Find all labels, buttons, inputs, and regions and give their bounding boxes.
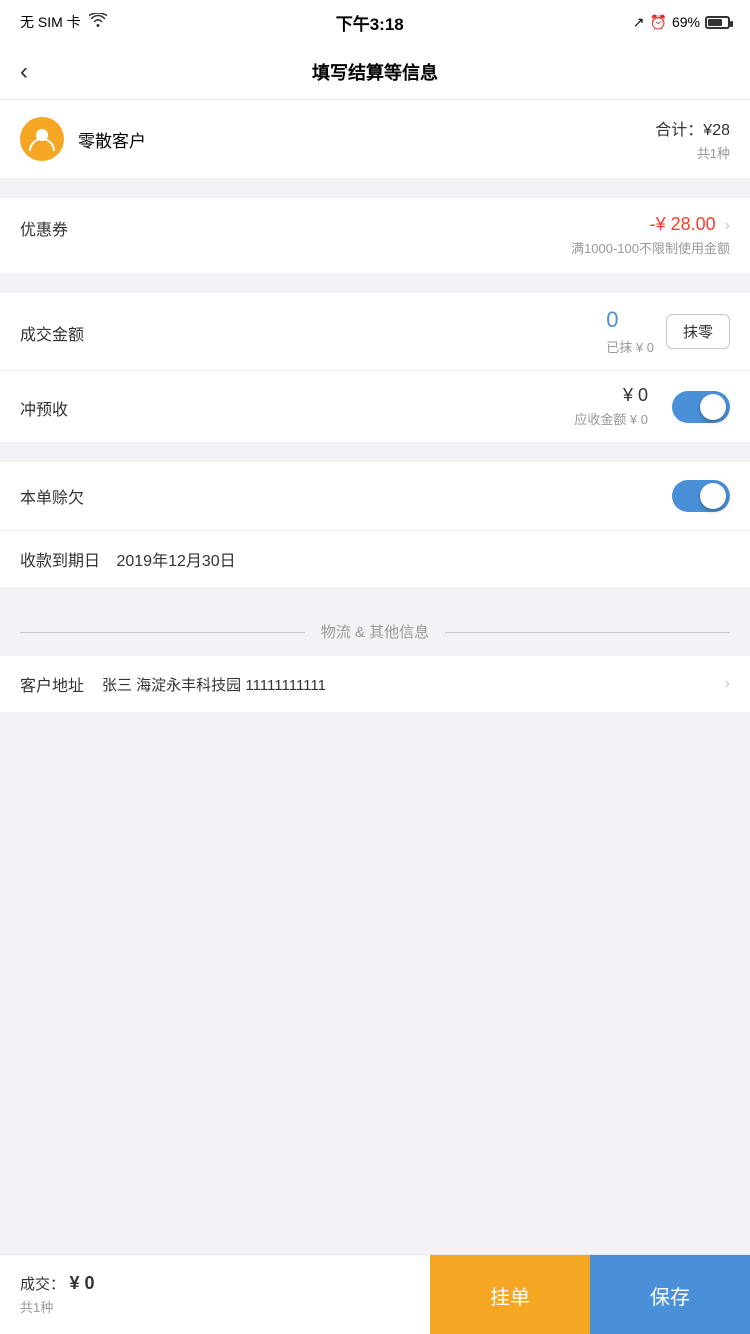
precollect-row: 冲预收 ¥ 0 应收金额 ¥ 0 [0, 371, 750, 442]
duedate-label: 收款到期日 [20, 553, 100, 570]
coupon-value: -¥ 28.00 › 满1000-100不限制使用金额 [571, 214, 730, 257]
divider-2 [0, 283, 750, 293]
bottom-deal-label: 成交： [20, 1276, 65, 1293]
coupon-label: 优惠券 [20, 214, 90, 240]
round-button[interactable]: 抹零 [666, 314, 730, 349]
address-label: 客户地址 [20, 672, 90, 696]
page-title: 填写结算等信息 [312, 59, 438, 85]
toggle-knob [700, 394, 726, 420]
precollect-toggle[interactable] [672, 391, 730, 423]
save-button[interactable]: 保存 [590, 1255, 750, 1334]
bottom-deal-row: 成交： ¥ 0 [20, 1273, 410, 1294]
address-row[interactable]: 客户地址 张三 海淀永丰科技园 11111111111 › [0, 656, 750, 712]
bottom-summary: 成交： ¥ 0 共1种 [0, 1273, 430, 1316]
transaction-amount: 0 [606, 307, 654, 333]
wifi-icon [89, 13, 107, 32]
logistics-header: 物流 & 其他信息 [0, 607, 750, 656]
battery-icon [705, 16, 730, 29]
coupon-desc: 满1000-100不限制使用金额 [571, 238, 730, 257]
battery-percent: 69% [672, 14, 700, 30]
bottom-deal-amount: ¥ 0 [69, 1273, 94, 1293]
customer-section: 零散客户 合计：¥28 共1种 [0, 100, 750, 178]
address-arrow-icon: › [725, 675, 730, 693]
nav-bar: ‹ 填写结算等信息 [0, 44, 750, 100]
transaction-rounded: 已抹 ¥ 0 [606, 337, 654, 356]
debt-label: 本单赊欠 [20, 484, 84, 508]
coupon-amount: -¥ 28.00 › [571, 214, 730, 235]
debt-toggle[interactable] [672, 480, 730, 512]
coupon-section[interactable]: 优惠券 -¥ 28.00 › 满1000-100不限制使用金额 [0, 198, 750, 273]
sim-label: 无 SIM 卡 [20, 12, 81, 32]
divider-3 [0, 452, 750, 462]
address-value: 张三 海淀永丰科技园 11111111111 [102, 674, 725, 695]
divider-4 [0, 597, 750, 607]
logistics-title: 物流 & 其他信息 [305, 621, 445, 642]
hold-button[interactable]: 挂单 [430, 1255, 590, 1334]
precollect-right: ¥ 0 应收金额 ¥ 0 [574, 385, 730, 428]
bottom-buttons: 挂单 保存 [430, 1255, 750, 1334]
precollect-sub: 应收金额 ¥ 0 [574, 409, 648, 428]
customer-row: 零散客户 合计：¥28 共1种 [0, 100, 750, 178]
duedate-row: 收款到期日 2019年12月30日 [0, 530, 750, 587]
alarm-icon: ⏰ [650, 14, 667, 31]
avatar [20, 117, 64, 161]
divider-1 [0, 188, 750, 198]
transaction-label: 成交金额 [20, 319, 90, 345]
coupon-arrow-icon: › [725, 217, 730, 235]
customer-name: 零散客户 [78, 127, 146, 152]
duedate-value: 2019年12月30日 [116, 553, 235, 570]
transaction-value-wrap: 0 已抹 ¥ 0 抹零 [606, 307, 730, 356]
debt-section: 本单赊欠 收款到期日 2019年12月30日 [0, 462, 750, 587]
status-right: ↗ ⏰ 69% [633, 14, 730, 31]
status-bar: 无 SIM 卡 下午3:18 ↗ ⏰ 69% [0, 0, 750, 44]
customer-left: 零散客户 [20, 117, 146, 161]
back-button[interactable]: ‹ [20, 58, 28, 86]
status-time: 下午3:18 [336, 10, 404, 35]
address-section[interactable]: 客户地址 张三 海淀永丰科技园 11111111111 › [0, 656, 750, 712]
customer-right: 合计：¥28 共1种 [655, 116, 730, 162]
precollect-amount: ¥ 0 [574, 385, 648, 406]
total-amount: 合计：¥28 [655, 116, 730, 140]
spacer [0, 722, 750, 742]
bottom-count: 共1种 [20, 1297, 410, 1316]
content: 零散客户 合计：¥28 共1种 优惠券 -¥ 28.00 › 满1000-100… [0, 100, 750, 822]
location-icon: ↗ [633, 14, 645, 31]
precollect-label: 冲预收 [20, 394, 90, 420]
debt-toggle-knob [700, 483, 726, 509]
coupon-row[interactable]: 优惠券 -¥ 28.00 › 满1000-100不限制使用金额 [0, 198, 750, 273]
debt-row: 本单赊欠 [0, 462, 750, 530]
transaction-row: 成交金额 0 已抹 ¥ 0 抹零 [0, 293, 750, 371]
bottom-bar: 成交： ¥ 0 共1种 挂单 保存 [0, 1254, 750, 1334]
transaction-section: 成交金额 0 已抹 ¥ 0 抹零 冲预收 ¥ 0 应收金额 ¥ 0 [0, 293, 750, 442]
status-left: 无 SIM 卡 [20, 12, 107, 32]
total-count: 共1种 [655, 143, 730, 162]
precollect-values: ¥ 0 应收金额 ¥ 0 [574, 385, 648, 428]
